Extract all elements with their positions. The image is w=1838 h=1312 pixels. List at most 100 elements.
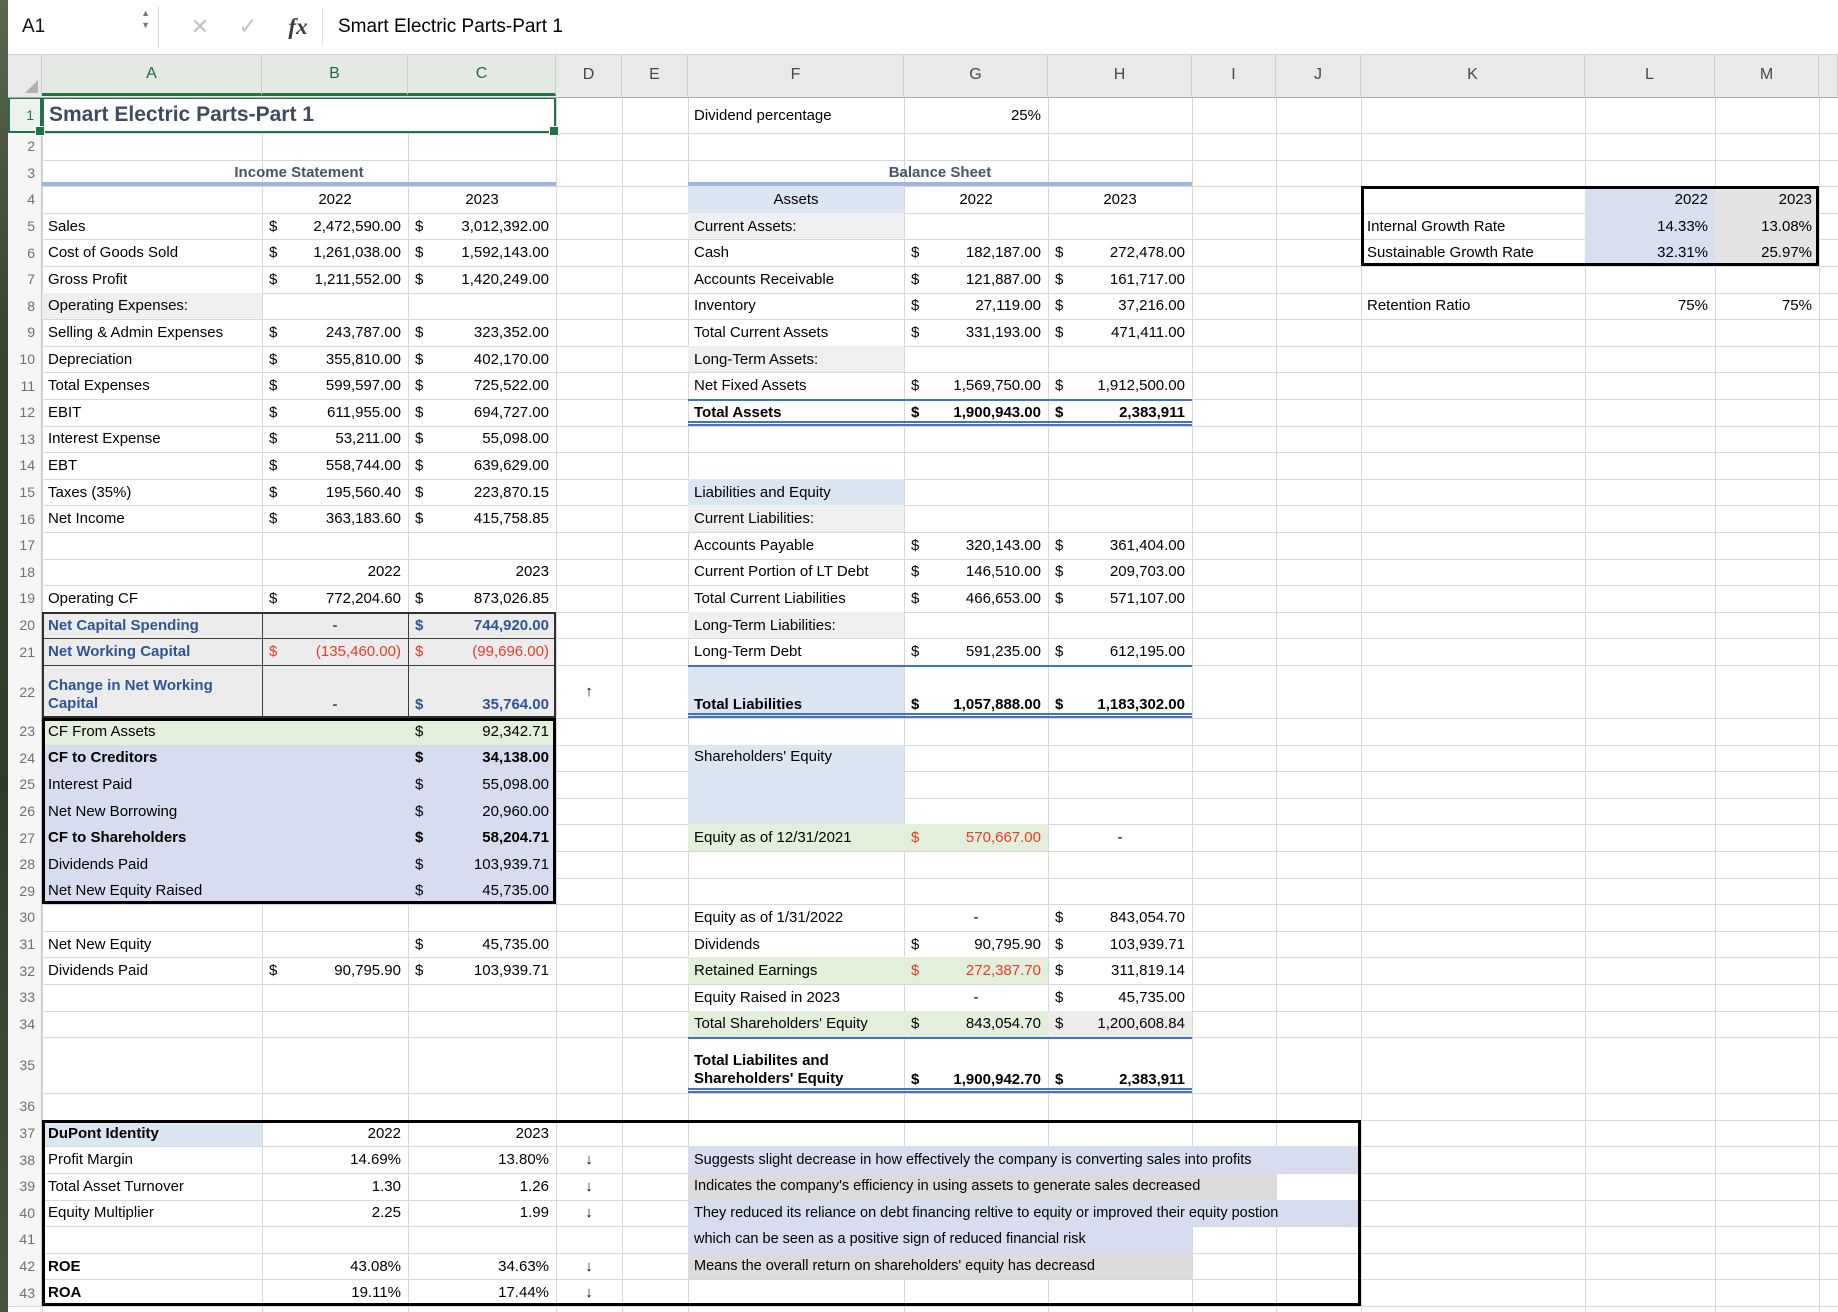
cell-A38[interactable]: Profit Margin <box>42 1146 262 1173</box>
cell-L4[interactable]: 2022 <box>1585 186 1715 213</box>
cell-F40[interactable]: They reduced its reliance on debt financ… <box>688 1200 1361 1227</box>
cell-G19[interactable]: $466,653.00 <box>904 585 1048 612</box>
cell-A19[interactable]: Operating CF <box>42 585 262 612</box>
cell-C15[interactable]: $223,870.15 <box>408 479 556 506</box>
cell-A37[interactable]: DuPont Identity <box>42 1120 262 1147</box>
cell-K5[interactable]: Internal Growth Rate <box>1361 213 1585 240</box>
cell-C20[interactable]: $744,920.00 <box>408 612 556 639</box>
cell-A39[interactable]: Total Asset Turnover <box>42 1173 262 1200</box>
cell-C39[interactable]: 1.26 <box>408 1173 556 1200</box>
column-header-C[interactable]: C <box>408 54 556 96</box>
cell-B32[interactable]: $90,795.90 <box>262 957 408 984</box>
spin-down-icon[interactable]: ▼ <box>141 21 150 30</box>
cell-C12[interactable]: $694,727.00 <box>408 399 556 426</box>
cell-A9[interactable]: Selling & Admin Expenses <box>42 319 262 346</box>
row-header-13[interactable]: 13 <box>8 425 42 453</box>
row-header-42[interactable]: 42 <box>8 1252 42 1280</box>
cell-B19[interactable]: $772,204.60 <box>262 585 408 612</box>
cell-B13[interactable]: $53,211.00 <box>262 426 408 453</box>
cell-F33[interactable]: Equity Raised in 2023 <box>688 984 904 1011</box>
row-header-41[interactable]: 41 <box>8 1226 42 1253</box>
cell-C37[interactable]: 2023 <box>408 1120 556 1147</box>
cell-G8[interactable]: $27,119.00 <box>904 293 1048 320</box>
cell-A8[interactable]: Operating Expenses: <box>42 293 262 320</box>
column-header-G[interactable]: G <box>904 54 1048 96</box>
row-header-39[interactable]: 39 <box>8 1173 42 1200</box>
cell-H30[interactable]: $843,054.70 <box>1048 904 1192 931</box>
cell-C31[interactable]: $45,735.00 <box>408 931 556 958</box>
cell-C11[interactable]: $725,522.00 <box>408 372 556 399</box>
cell-F27[interactable]: Equity as of 12/31/2021 <box>688 824 904 851</box>
cell-G31[interactable]: $90,795.90 <box>904 931 1048 958</box>
cell-A40[interactable]: Equity Multiplier <box>42 1200 262 1227</box>
cell-G21[interactable]: $591,235.00 <box>904 638 1048 665</box>
cell-A29[interactable]: Net New Equity Raised <box>42 878 262 905</box>
cell-A12[interactable]: EBIT <box>42 399 262 426</box>
cell-H6[interactable]: $272,478.00 <box>1048 239 1192 266</box>
cell-A43[interactable]: ROA <box>42 1279 262 1306</box>
cell-B7[interactable]: $1,211,552.00 <box>262 266 408 293</box>
column-header-E[interactable]: E <box>622 54 688 96</box>
cell-G18[interactable]: $146,510.00 <box>904 559 1048 586</box>
cell-B14[interactable]: $558,744.00 <box>262 452 408 479</box>
cell-F34[interactable]: Total Shareholders' Equity <box>688 1011 904 1038</box>
cell-A24[interactable]: CF to Creditors <box>42 745 262 772</box>
row-header-34[interactable]: 34 <box>8 1010 42 1038</box>
cell-G9[interactable]: $331,193.00 <box>904 319 1048 346</box>
select-all-corner[interactable] <box>8 54 42 96</box>
cell-H27[interactable]: - <box>1048 824 1192 851</box>
cell-C5[interactable]: $3,012,392.00 <box>408 213 556 240</box>
cell-F10[interactable]: Long-Term Assets: <box>688 346 904 373</box>
cell-G11[interactable]: $1,569,750.00 <box>904 372 1048 399</box>
column-header-A[interactable]: A <box>42 54 262 96</box>
cell-C10[interactable]: $402,170.00 <box>408 346 556 373</box>
cell-M8[interactable]: 75% <box>1715 293 1819 320</box>
row-header-7[interactable]: 7 <box>8 266 42 293</box>
cell-B18[interactable]: 2022 <box>262 559 408 586</box>
column-header-N[interactable] <box>1819 54 1838 96</box>
row-header-11[interactable]: 11 <box>8 372 42 399</box>
cell-C24[interactable]: $34,138.00 <box>408 745 556 772</box>
cell-H32[interactable]: $311,819.14 <box>1048 957 1192 984</box>
cell-H11[interactable]: $1,912,500.00 <box>1048 372 1192 399</box>
cell-C23[interactable]: $92,342.71 <box>408 718 556 745</box>
row-header-25[interactable]: 25 <box>8 771 42 798</box>
cell-K6[interactable]: Sustainable Growth Rate <box>1361 239 1585 266</box>
row-header-38[interactable]: 38 <box>8 1146 42 1173</box>
cell-B42[interactable]: 43.08% <box>262 1253 408 1280</box>
row-header-6[interactable]: 6 <box>8 239 42 266</box>
column-header-B[interactable]: B <box>262 54 408 96</box>
cell-A1[interactable]: Smart Electric Parts-Part 1 <box>42 97 556 133</box>
cell-G7[interactable]: $121,887.00 <box>904 266 1048 293</box>
cell-C27[interactable]: $58,204.71 <box>408 824 556 851</box>
cell-F15[interactable]: Liabilities and Equity <box>688 479 904 506</box>
cell-H17[interactable]: $361,404.00 <box>1048 532 1192 559</box>
cell-H34[interactable]: $1,200,608.84 <box>1048 1011 1192 1038</box>
spin-up-icon[interactable]: ▲ <box>141 9 150 18</box>
cell-F24[interactable]: Shareholders' Equity <box>688 745 904 772</box>
cell-F18[interactable]: Current Portion of LT Debt <box>688 559 904 586</box>
column-header-F[interactable]: F <box>688 54 904 96</box>
cell-C4[interactable]: 2023 <box>408 186 556 213</box>
cell-F39[interactable]: Indicates the company's efficiency in us… <box>688 1173 1276 1200</box>
cell-F31[interactable]: Dividends <box>688 931 904 958</box>
cell-A26[interactable]: Net New Borrowing <box>42 798 262 825</box>
cell-G4[interactable]: 2022 <box>904 186 1048 213</box>
cell-B43[interactable]: 19.11% <box>262 1279 408 1306</box>
cell-C13[interactable]: $55,098.00 <box>408 426 556 453</box>
cell-C6[interactable]: $1,592,143.00 <box>408 239 556 266</box>
cell-F20[interactable]: Long-Term Liabilities: <box>688 612 904 639</box>
cell-H31[interactable]: $103,939.71 <box>1048 931 1192 958</box>
cell-B16[interactable]: $363,183.60 <box>262 505 408 532</box>
cell-G30[interactable]: - <box>904 904 1048 931</box>
cell-A7[interactable]: Gross Profit <box>42 266 262 293</box>
cell-F1[interactable]: Dividend percentage <box>688 97 904 133</box>
cell-G1[interactable]: 25% <box>904 97 1048 133</box>
cell-F16[interactable]: Current Liabilities: <box>688 505 904 532</box>
enter-icon[interactable]: ✓ <box>228 0 268 53</box>
cell-F41[interactable]: which can be seen as a positive sign of … <box>688 1226 1192 1253</box>
cell-F5[interactable]: Current Assets: <box>688 213 904 240</box>
row-header-9[interactable]: 9 <box>8 319 42 346</box>
cell-A16[interactable]: Net Income <box>42 505 262 532</box>
cell-C38[interactable]: 13.80% <box>408 1146 556 1173</box>
